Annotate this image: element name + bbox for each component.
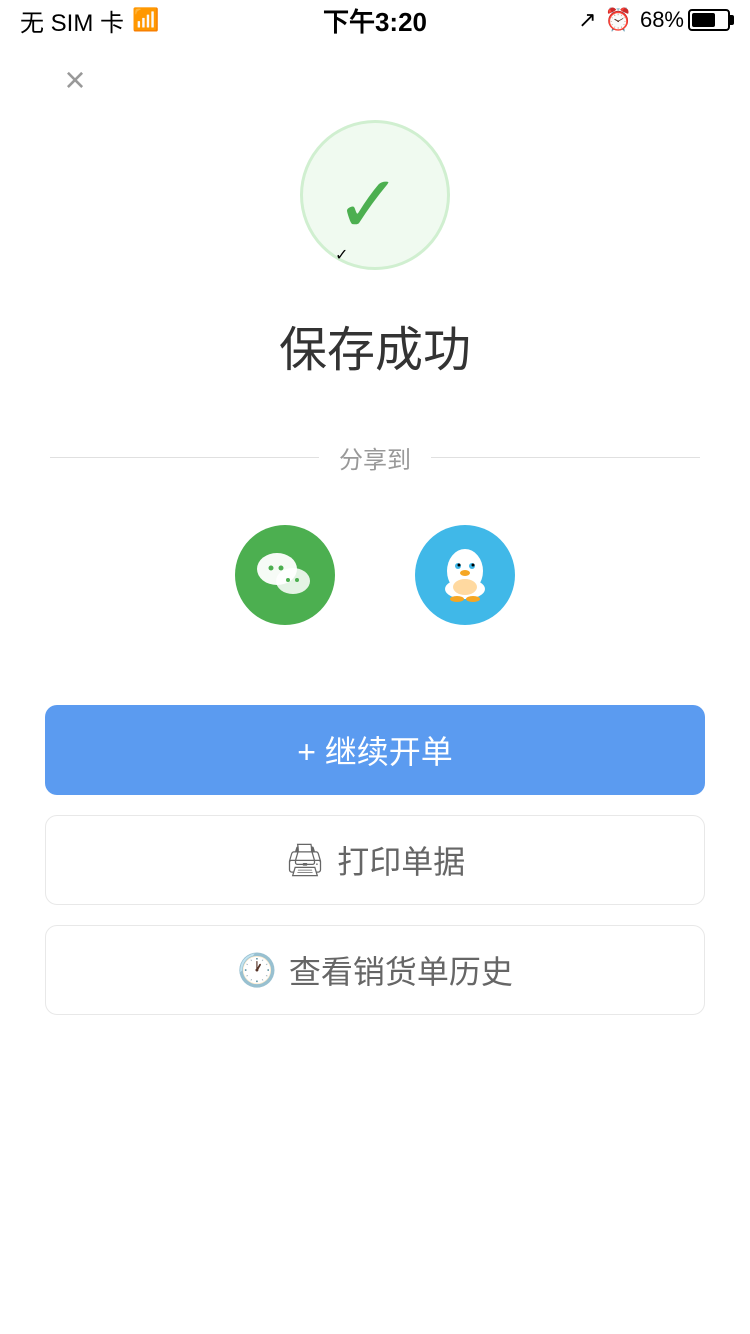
status-right: ↗ ⏰ 68% [578, 7, 730, 33]
qq-icon [433, 543, 498, 608]
close-button[interactable]: × [50, 55, 100, 105]
share-divider: 分享到 [0, 440, 750, 475]
wifi-icon: 📶 [132, 7, 159, 33]
print-receipt-label: 打印单据 [337, 837, 465, 883]
main-content: ✓ 保存成功 分享到 [0, 40, 750, 1015]
alarm-icon: ⏰ [605, 7, 632, 33]
wechat-icon [255, 549, 315, 601]
status-bar: 无 SIM 卡 📶 下午3:20 ↗ ⏰ 68% [0, 0, 750, 40]
close-icon: × [64, 62, 85, 98]
battery-container: 68% [640, 7, 730, 33]
success-circle: ✓ [300, 120, 450, 270]
status-time: 下午3:20 [323, 2, 427, 39]
view-history-button[interactable]: 🕐 查看销货单历史 [45, 925, 705, 1015]
battery-text: 68% [640, 7, 684, 33]
continue-order-button[interactable]: + 继续开单 [45, 705, 705, 795]
continue-order-label: + 继续开单 [297, 727, 453, 773]
action-buttons: + 继续开单 🖨 打印单据 🕐 查看销货单历史 [45, 705, 705, 1015]
history-icon: 🕐 [237, 951, 277, 989]
share-wechat-button[interactable] [235, 525, 335, 625]
share-icons [235, 525, 515, 625]
share-label: 分享到 [319, 440, 431, 475]
location-icon: ↗ [578, 7, 596, 33]
checkmark-symbol: ✓ [335, 247, 348, 264]
battery-icon [688, 9, 730, 31]
success-title: 保存成功 [279, 310, 471, 380]
divider-line-right [431, 457, 700, 458]
share-qq-button[interactable] [415, 525, 515, 625]
battery-fill [692, 13, 715, 27]
print-icon: 🖨 [285, 841, 326, 879]
status-left: 无 SIM 卡 📶 [20, 3, 159, 38]
carrier-text: 无 SIM 卡 [20, 3, 124, 38]
view-history-label: 查看销货单历史 [289, 947, 513, 993]
print-receipt-button[interactable]: 🖨 打印单据 [45, 815, 705, 905]
checkmark-icon: ✓ [335, 165, 415, 225]
divider-line-left [50, 457, 319, 458]
